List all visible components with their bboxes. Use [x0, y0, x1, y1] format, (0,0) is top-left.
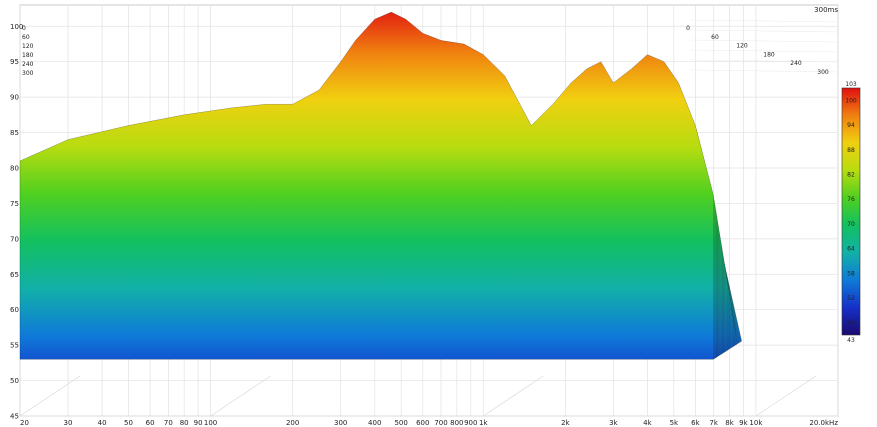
depth-gridline: [19, 375, 81, 417]
waterfall-chart: 20 30 40 50 60 70 80 90 100 200 300 400 500 600 700 800…: [0, 0, 877, 427]
y-tick-label: 60: [10, 306, 19, 314]
x-tick-label: 7k: [709, 419, 718, 427]
y-tick-label: 75: [10, 200, 19, 208]
x-tick-label: 200: [286, 419, 299, 427]
x-tick-label: 10k: [749, 419, 763, 427]
time-tick-right: 60: [711, 34, 719, 41]
x-tick-label: 5k: [670, 419, 679, 427]
x-tick-label: 500: [394, 419, 407, 427]
x-tick-label: 90: [194, 419, 203, 427]
time-tick-left: 60: [22, 34, 30, 41]
x-tick-label: 8k: [725, 419, 734, 427]
decay-slice: [19, 11, 714, 360]
x-tick-label: 100: [204, 419, 217, 427]
depth-gridline: [210, 375, 271, 417]
time-tick-left: 120: [22, 43, 34, 50]
x-tick-label: 50: [124, 419, 133, 427]
y-tick-label: 50: [10, 377, 19, 385]
colorbar-tick-label: 64: [847, 246, 855, 253]
x-tick-label: 400: [368, 419, 381, 427]
colorbar-max-label: 103: [845, 81, 857, 88]
x-tick-label: 9k: [739, 419, 748, 427]
colorbar: 46 52 58 64 70 76 82 88 94 100 103 43: [841, 81, 861, 344]
x-tick-label: 60: [146, 419, 155, 427]
y-tick-label: 70: [10, 235, 19, 243]
waterfall-plot: 20 30 40 50 60 70 80 90 100 200 300 400 500 600 700 800…: [10, 4, 861, 427]
colorbar-tick-label: 46: [847, 320, 855, 327]
x-tick-label: 80: [180, 419, 189, 427]
y-tick-label: 90: [10, 94, 19, 102]
time-tick-right: 300: [817, 69, 829, 76]
colorbar-tick-label: 70: [847, 221, 855, 228]
colorbar-tick-label: 82: [847, 171, 855, 178]
depth-gridline: [483, 375, 544, 417]
colorbar-tick-label: 52: [847, 295, 855, 302]
x-tick-label: 3k: [609, 419, 618, 427]
y-tick-label: 65: [10, 271, 19, 279]
time-tick-left: 300: [22, 70, 34, 77]
depth-gridline: [689, 19, 839, 23]
time-tick-right: 120: [736, 43, 748, 50]
x-tick-label: 2k: [561, 419, 570, 427]
x-tick-label: 4k: [643, 419, 652, 427]
x-tick-label: 1k: [479, 419, 488, 427]
x-tick-label: 700: [434, 419, 447, 427]
x-tick-label: 6k: [691, 419, 700, 427]
colorbar-tick-label: 88: [847, 147, 855, 154]
time-tick-right: 240: [790, 60, 802, 67]
time-tick-left: 0: [22, 25, 26, 32]
colorbar-min-label: 43: [847, 337, 855, 344]
y-tick-label: 55: [10, 342, 19, 350]
x-tick-label: 300: [334, 419, 347, 427]
colorbar-tick-label: 100: [845, 97, 857, 104]
y-tick-label: 95: [10, 58, 19, 66]
depth-gridline: [689, 69, 839, 73]
x-tick-label: 900: [464, 419, 477, 427]
depth-gridline: [689, 29, 839, 33]
x-tick-label: 40: [98, 419, 107, 427]
time-tick-left: 240: [22, 61, 34, 68]
x-tick-label: 20.0kHz: [809, 419, 838, 427]
x-tick-label: 20: [20, 419, 29, 427]
x-tick-label: 800: [450, 419, 463, 427]
x-tick-label: 600: [416, 419, 429, 427]
y-tick-label: 85: [10, 129, 19, 137]
y-tick-label: 45: [10, 413, 19, 421]
colorbar-tick-label: 76: [847, 196, 855, 203]
time-tick-right: 180: [763, 51, 775, 58]
x-tick-label: 70: [164, 419, 173, 427]
time-tick-left: 180: [22, 52, 34, 59]
x-tick-label: 30: [64, 419, 73, 427]
time-tick-right: 0: [686, 25, 690, 32]
colorbar-tick-label: 94: [847, 122, 855, 129]
depth-gridline: [755, 375, 817, 417]
colorbar-tick-label: 58: [847, 270, 855, 277]
time-label: 300ms: [814, 6, 838, 14]
y-tick-label: 80: [10, 164, 19, 172]
